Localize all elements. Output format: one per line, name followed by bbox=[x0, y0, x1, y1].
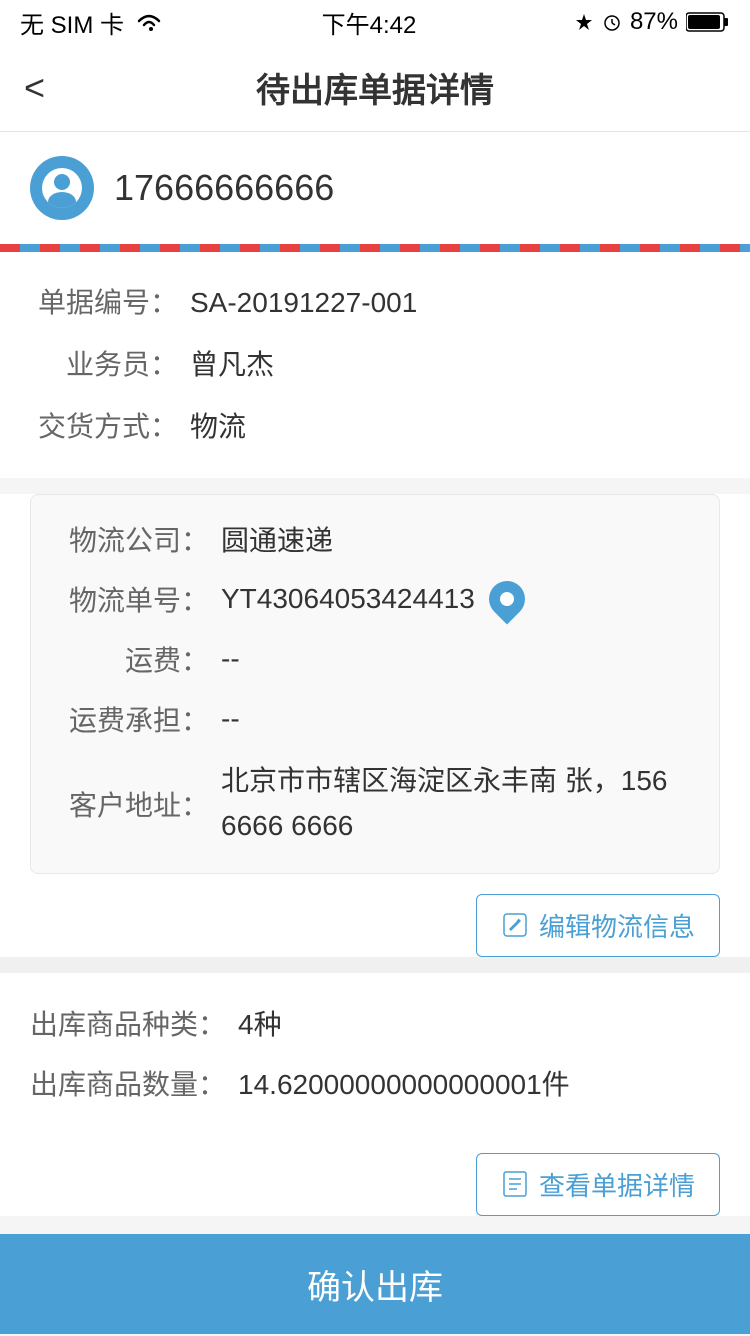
product-section: 出库商品种类： 4种 出库商品数量： 14.62000000000000001件 bbox=[0, 973, 750, 1133]
logistics-company-value: 圆通速递 bbox=[221, 519, 689, 559]
freight-bear-row: 运费承担： -- bbox=[61, 699, 689, 739]
product-quantity-row: 出库商品数量： 14.62000000000000001件 bbox=[30, 1063, 720, 1103]
freight-bear-value: -- bbox=[221, 703, 689, 735]
view-button-label: 查看单据详情 bbox=[539, 1166, 695, 1203]
edit-logistics-button[interactable]: 编辑物流信息 bbox=[476, 894, 720, 957]
view-button-row: 查看单据详情 bbox=[0, 1133, 750, 1216]
back-button[interactable]: < bbox=[24, 67, 45, 109]
avatar-icon bbox=[42, 168, 82, 208]
nav-bar: < 待出库单据详情 bbox=[0, 44, 750, 132]
freight-label: 运费： bbox=[61, 639, 221, 679]
time-display: 下午4:42 bbox=[322, 5, 417, 40]
logistics-tracking-value: YT43064053424413 bbox=[221, 581, 689, 617]
salesperson-row: 业务员： 曾凡杰 bbox=[30, 344, 720, 386]
wifi-icon bbox=[134, 11, 164, 33]
product-type-value: 4种 bbox=[238, 1003, 720, 1043]
delivery-row: 交货方式： 物流 bbox=[30, 406, 720, 448]
customer-phone: 17666666666 bbox=[114, 167, 334, 209]
battery-text: 87% bbox=[630, 8, 678, 36]
view-details-button[interactable]: 查看单据详情 bbox=[476, 1153, 720, 1216]
customer-section: 17666666666 bbox=[0, 132, 750, 244]
document-info-section: 单据编号： SA-20191227-001 业务员： 曾凡杰 交货方式： 物流 bbox=[0, 252, 750, 478]
salesperson-value: 曾凡杰 bbox=[190, 344, 720, 386]
product-type-label: 出库商品种类： bbox=[30, 1003, 238, 1043]
edit-button-row: 编辑物流信息 bbox=[0, 874, 750, 957]
status-bar: 无 SIM 卡 下午4:42 87% bbox=[0, 0, 750, 44]
confirm-button-label: 确认出库 bbox=[307, 1260, 443, 1309]
freight-row: 运费： -- bbox=[61, 639, 689, 679]
status-left: 无 SIM 卡 bbox=[20, 5, 164, 40]
logistics-tracking-label: 物流单号： bbox=[61, 579, 221, 619]
tracking-location-icon[interactable] bbox=[481, 574, 532, 625]
logistics-company-row: 物流公司： 圆通速递 bbox=[61, 519, 689, 559]
page-title: 待出库单据详情 bbox=[256, 63, 494, 112]
product-quantity-label: 出库商品数量： bbox=[30, 1063, 238, 1103]
logistics-company-label: 物流公司： bbox=[61, 519, 221, 559]
address-value: 北京市市辖区海淀区永丰南 张，156 6666 6666 bbox=[221, 759, 689, 849]
confirm-bar[interactable]: 确认出库 bbox=[0, 1234, 750, 1334]
freight-bear-label: 运费承担： bbox=[61, 699, 221, 739]
avatar bbox=[30, 156, 94, 220]
dashed-separator bbox=[0, 244, 750, 252]
delivery-label: 交货方式： bbox=[30, 406, 190, 448]
battery-icon bbox=[686, 11, 730, 33]
status-right: 87% bbox=[574, 8, 730, 36]
logistics-card: 物流公司： 圆通速递 物流单号： YT43064053424413 运费： --… bbox=[30, 494, 720, 874]
address-row: 客户地址： 北京市市辖区海淀区永丰南 张，156 6666 6666 bbox=[61, 759, 689, 849]
document-number-label: 单据编号： bbox=[30, 282, 190, 324]
location-service-icon bbox=[574, 12, 594, 32]
delivery-value: 物流 bbox=[190, 406, 720, 448]
document-number-value: SA-20191227-001 bbox=[190, 282, 720, 324]
carrier-text: 无 SIM 卡 bbox=[20, 5, 124, 40]
document-number-row: 单据编号： SA-20191227-001 bbox=[30, 282, 720, 324]
product-type-row: 出库商品种类： 4种 bbox=[30, 1003, 720, 1043]
edit-icon bbox=[501, 911, 529, 939]
logistics-tracking-row: 物流单号： YT43064053424413 bbox=[61, 579, 689, 619]
edit-button-label: 编辑物流信息 bbox=[539, 907, 695, 944]
section-divider bbox=[0, 957, 750, 973]
freight-value: -- bbox=[221, 643, 689, 675]
document-icon bbox=[501, 1170, 529, 1198]
alarm-icon bbox=[602, 12, 622, 32]
address-label: 客户地址： bbox=[61, 784, 221, 824]
product-quantity-value: 14.62000000000000001件 bbox=[238, 1063, 720, 1103]
main-content: 17666666666 单据编号： SA-20191227-001 业务员： 曾… bbox=[0, 132, 750, 1336]
salesperson-label: 业务员： bbox=[30, 344, 190, 386]
